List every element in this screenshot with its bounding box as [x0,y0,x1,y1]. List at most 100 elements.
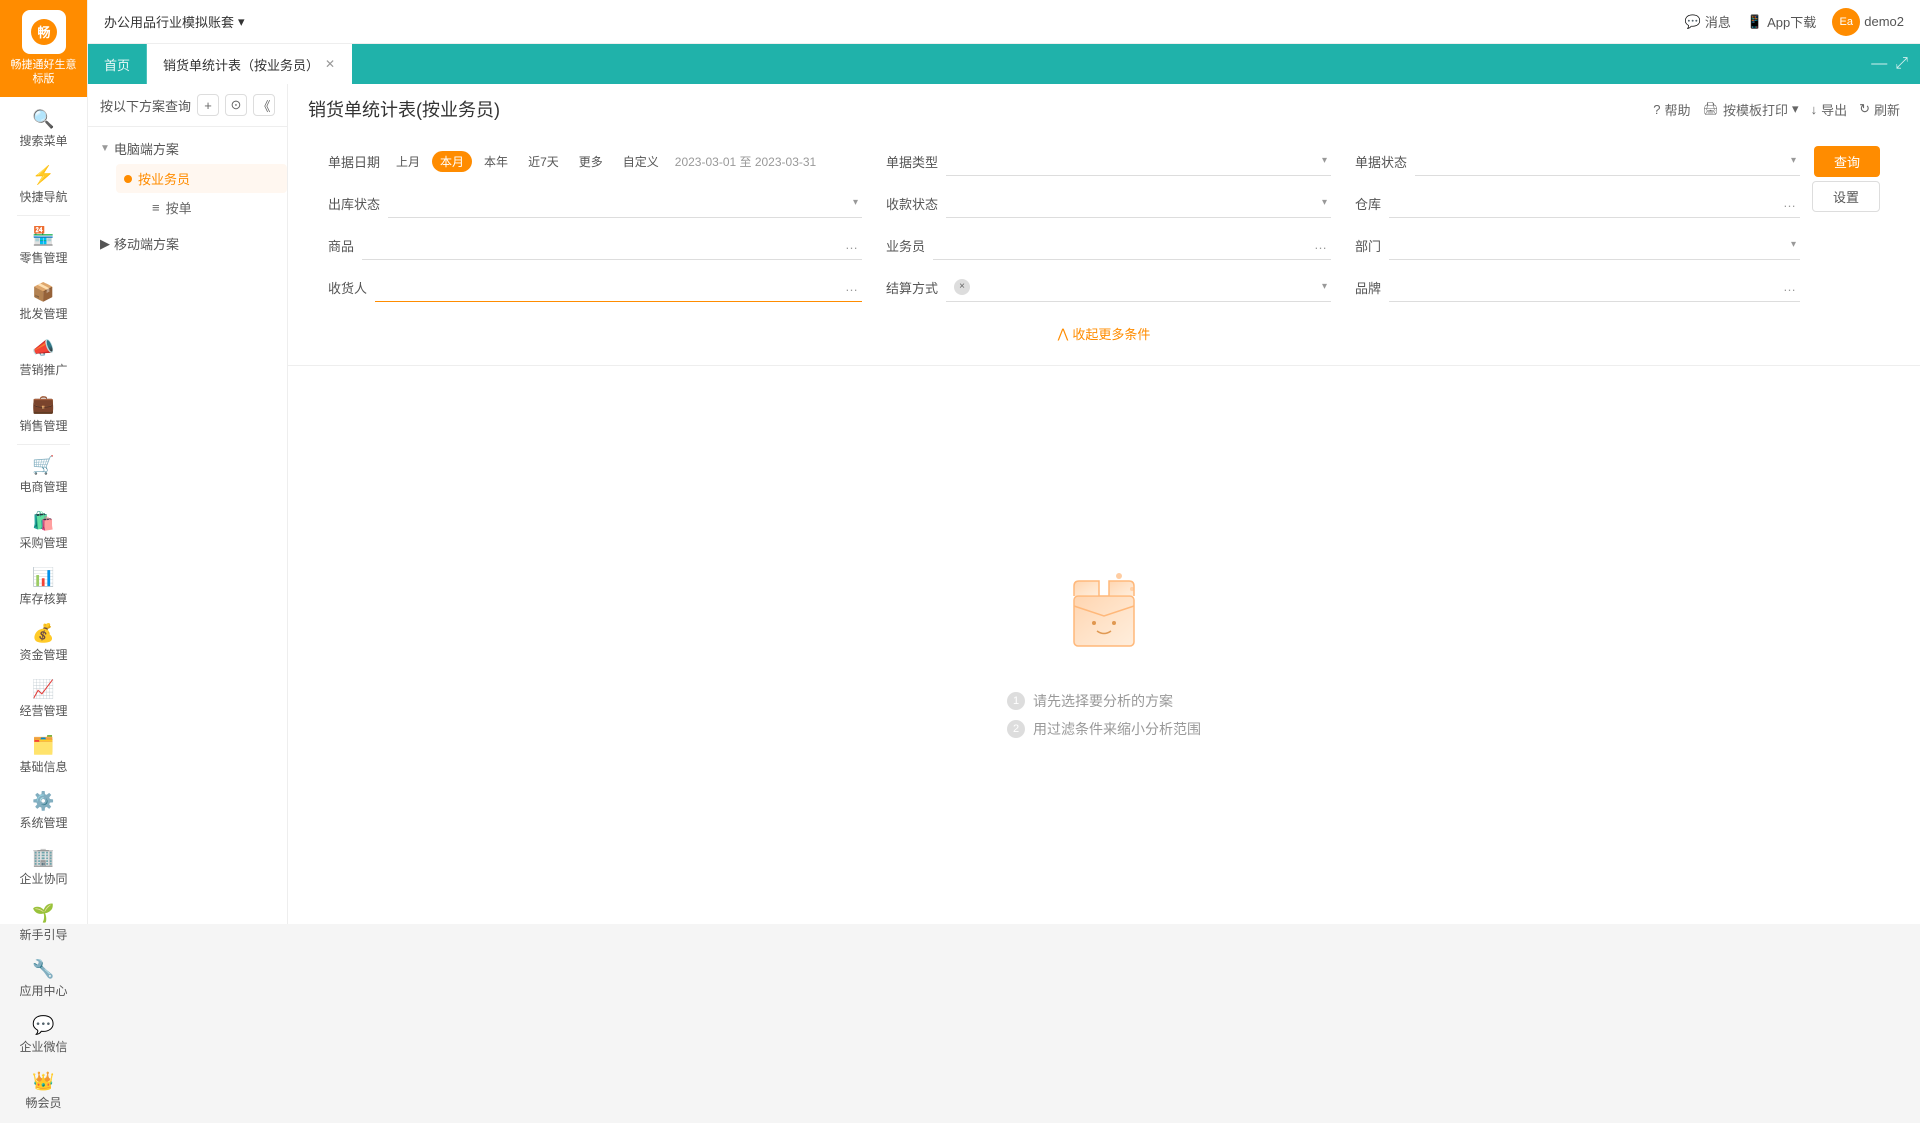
sidebar-item-sales[interactable]: 💼 销售管理 [0,386,87,442]
app-title-dropdown[interactable]: 办公用品行业模拟账套 ▾ [104,12,245,31]
filter-row-2: 出库状态 ▾ 收款状态 [328,188,1800,218]
svg-text:畅: 畅 [37,25,50,40]
scheme-group-desktop[interactable]: ▼ 电脑端方案 [88,133,287,164]
sidebar-item-wholesale[interactable]: 📦 批发管理 [0,274,87,330]
filter-salesman: 业务员 … [886,230,1331,260]
search-icon: 🔍 [32,109,54,130]
sidebar-item-newuser-label: 新手引导 [19,926,67,943]
filter-doc-type: 单据类型 ▾ [886,146,1331,176]
settings-btn[interactable]: 设置 [1812,181,1880,212]
sidebar-item-enterprise[interactable]: 🏢 企业协同 [0,839,87,895]
out-status-label: 出库状态 [328,194,380,213]
doc-type-select[interactable]: ▾ [946,146,1331,176]
sidebar-item-marketing[interactable]: 📣 营销推广 [0,330,87,386]
dept-select[interactable]: ▾ [1389,230,1800,260]
scheme-group-mobile[interactable]: ▶ 移动端方案 [88,228,287,259]
date-btn-this-month[interactable]: 本月 [432,151,472,172]
tab-close-icon[interactable]: ✕ [325,57,335,71]
print-label: 按模板打印 [1723,100,1788,119]
app-download-btn[interactable]: 📱 App下载 [1747,12,1816,31]
brand-dots-icon: … [1783,279,1796,294]
sidebar-item-search[interactable]: 🔍 搜索菜单 [0,101,87,157]
sidebar-item-retail[interactable]: 🏪 零售管理 [0,218,87,274]
export-btn[interactable]: ↓ 导出 [1811,100,1848,119]
receiver-select[interactable]: … [375,272,862,302]
left-panel-title: 按以下方案查询 [100,96,191,115]
date-btn-more[interactable]: 更多 [571,151,611,172]
tab-sales-stats[interactable]: 销货单统计表（按业务员） ✕ [147,44,352,84]
date-btn-this-year[interactable]: 本年 [476,151,516,172]
expand-arrow-icon: ▼ [100,143,110,154]
payment-select[interactable]: × ▾ [946,272,1331,302]
payment-tag-close-btn[interactable]: × [954,279,970,295]
filter-warehouse: 仓库 … [1355,188,1800,218]
sidebar-item-quicknav[interactable]: ⚡ 快捷导航 [0,157,87,213]
topbar: 办公用品行业模拟账套 ▾ 💬 消息 📱 App下载 Ea demo2 [88,0,1920,44]
dropdown-arrow-icon: ▾ [238,14,245,30]
receiver-dots-icon: … [845,279,858,294]
sidebar-item-quicknav-label: 快捷导航 [19,188,67,205]
sidebar-item-wechat[interactable]: 💬 企业微信 [0,1007,87,1063]
refresh-btn[interactable]: ↻ 刷新 [1859,100,1900,119]
empty-illustration [1044,551,1164,671]
scheme-item-by-salesman[interactable]: 按业务员 [116,164,287,193]
help-btn[interactable]: ? 帮助 [1653,100,1690,119]
operations-icon: 📈 [32,679,54,700]
doc-status-select[interactable]: ▾ [1415,146,1800,176]
message-label: 消息 [1705,12,1731,31]
settings-scheme-btn[interactable]: ⊙ [225,94,247,116]
sidebar-item-system[interactable]: ⚙️ 系统管理 [0,783,87,839]
mobile-arrow-icon: ▶ [100,236,110,252]
left-panel: 按以下方案查询 + ⊙ 《 ▼ 电脑端方案 [88,84,288,924]
tab-home[interactable]: 首页 [88,44,147,84]
sidebar-item-purchase[interactable]: 🛍️ 采购管理 [0,503,87,559]
brand-select[interactable]: … [1389,272,1800,302]
date-btn-custom[interactable]: 自定义 [615,151,667,172]
app-logo: 畅 畅捷通好生意 标版 [0,0,87,97]
sidebar-item-newuser[interactable]: 🌱 新手引导 [0,895,87,951]
user-name: demo2 [1864,14,1904,29]
refresh-label: 刷新 [1874,100,1900,119]
sidebar-item-inventory[interactable]: 📊 库存核算 [0,559,87,615]
add-scheme-btn[interactable]: + [197,94,219,116]
sidebar-item-member[interactable]: 👑 畅会员 [0,1063,87,1119]
out-status-select[interactable]: ▾ [388,188,862,218]
collapse-panel-btn[interactable]: 《 [253,94,275,116]
topbar-right: 💬 消息 📱 App下载 Ea demo2 [1685,8,1904,36]
date-btn-last-month[interactable]: 上月 [388,151,428,172]
tab-minimize-icon[interactable]: — [1871,55,1887,73]
sidebar-item-basic[interactable]: 🗂️ 基础信息 [0,727,87,783]
product-select[interactable]: … [362,230,862,260]
dept-label: 部门 [1355,236,1381,255]
warehouse-select[interactable]: … [1389,188,1800,218]
print-btn[interactable]: 🖨 按模板打印 ▾ [1703,100,1799,119]
sidebar-item-operations[interactable]: 📈 经营管理 [0,671,87,727]
collect-status-select[interactable]: ▾ [946,188,1331,218]
user-avatar: Ea [1832,8,1860,36]
filter-row-1: 单据日期 上月 本月 本年 近7天 更多 自定义 [328,146,1800,176]
query-btn[interactable]: 查询 [1814,146,1880,177]
filter-date: 单据日期 上月 本月 本年 近7天 更多 自定义 [328,151,862,172]
product-dots-icon: … [845,237,858,252]
tip-2-num: 2 [1007,720,1025,738]
date-btn-7days[interactable]: 近7天 [520,151,567,172]
user-avatar-area[interactable]: Ea demo2 [1832,8,1904,36]
scheme-dot-icon [124,175,132,183]
message-btn[interactable]: 💬 消息 [1685,12,1731,31]
apps-icon: 🔧 [32,959,54,980]
sidebar-item-ecommerce[interactable]: 🛒 电商管理 [0,447,87,503]
gear-icon: ⊙ [231,97,242,113]
doc-type-label: 单据类型 [886,152,938,171]
collapse-more-btn[interactable]: ⋀ 收起更多条件 [1042,318,1167,349]
filter-doc-status: 单据状态 ▾ [1355,146,1800,176]
filter-product: 商品 … [328,230,862,260]
avatar-text: Ea [1840,16,1853,28]
date-range-text: 2023-03-01 至 2023-03-31 [675,153,816,170]
salesman-select[interactable]: … [933,230,1331,260]
tab-maximize-icon[interactable]: ⤢ [1895,55,1908,73]
help-icon: ? [1653,102,1660,117]
sidebar-item-finance[interactable]: 💰 资金管理 [0,615,87,671]
dept-chevron-icon: ▾ [1791,239,1796,250]
sidebar-item-apps[interactable]: 🔧 应用中心 [0,951,87,1007]
scheme-item-by-order[interactable]: ≡ 按单 [116,193,287,222]
